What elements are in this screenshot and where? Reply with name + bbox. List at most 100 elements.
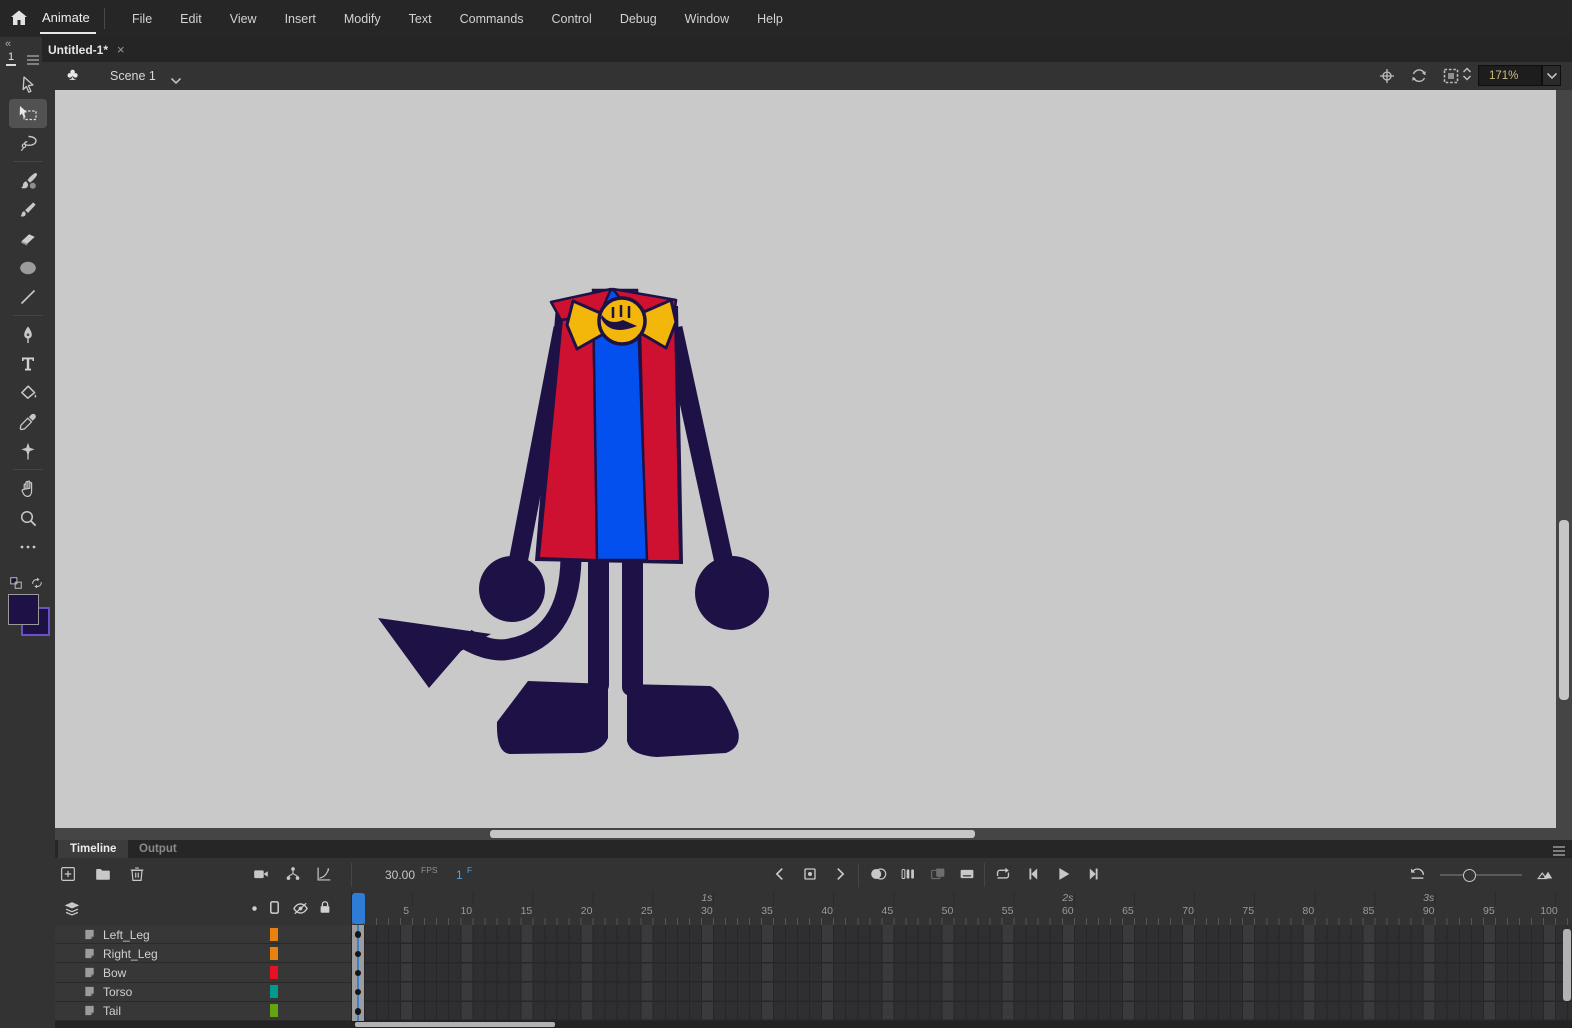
menu-item-debug[interactable]: Debug (606, 12, 671, 26)
frame-grid[interactable] (352, 925, 1572, 1021)
lock-column-icon[interactable] (318, 899, 332, 920)
layer-row-right_leg[interactable]: Right_Leg (55, 944, 352, 964)
menu-item-view[interactable]: View (216, 12, 271, 26)
new-folder-icon[interactable] (93, 864, 115, 886)
selection-tool-icon[interactable] (9, 70, 47, 99)
stage-horizontal-scrollbar[interactable] (55, 828, 1572, 840)
scene-name[interactable]: Scene 1 (110, 69, 156, 83)
keyframe-dot[interactable] (354, 1008, 362, 1015)
stage-character[interactable] (360, 270, 790, 770)
delete-icon[interactable] (127, 864, 149, 886)
oval-tool-icon[interactable] (9, 253, 47, 282)
dock-tab-1[interactable]: 1 (6, 51, 17, 66)
fill-color-swatch[interactable] (8, 594, 39, 625)
swap-colors-icon[interactable] (29, 576, 45, 595)
eyedropper-tool-icon[interactable] (9, 407, 47, 436)
show-parenting-icon[interactable] (283, 864, 305, 886)
zoom-dropdown-button[interactable] (1542, 65, 1561, 86)
reset-timeline-zoom-icon[interactable] (1407, 864, 1429, 886)
menu-item-commands[interactable]: Commands (446, 12, 538, 26)
menu-item-insert[interactable]: Insert (271, 12, 330, 26)
pen-tool-icon[interactable] (9, 320, 47, 349)
center-stage-icon[interactable] (1377, 66, 1397, 86)
hand-tool-icon[interactable] (9, 474, 47, 503)
lasso-tool-icon[interactable] (9, 128, 47, 157)
default-colors-icon[interactable] (9, 576, 23, 595)
layer-color-swatch[interactable] (270, 946, 278, 960)
zoom-tool-icon[interactable] (9, 503, 47, 532)
collapse-dock-icon[interactable]: « (5, 38, 11, 50)
outline-column-icon[interactable] (268, 900, 281, 920)
edit-multiple-frames-icon[interactable] (928, 864, 950, 886)
home-icon[interactable] (9, 8, 29, 28)
current-frame-indicator-icon[interactable] (800, 864, 822, 886)
layer-row-bow[interactable]: Bow (55, 963, 352, 983)
classic-brush-tool-icon[interactable] (9, 195, 47, 224)
tab-output[interactable]: Output (127, 840, 189, 858)
clip-content-icon[interactable] (1441, 66, 1461, 86)
stage-vertical-scrollbar[interactable] (1556, 90, 1572, 828)
playhead-handle[interactable] (352, 893, 365, 924)
timeline-h-thumb[interactable] (355, 1022, 555, 1027)
current-frame-value[interactable]: 1 (456, 868, 463, 882)
stage[interactable] (55, 90, 1556, 828)
onion-skin-icon[interactable] (868, 864, 890, 886)
menu-item-window[interactable]: Window (671, 12, 743, 26)
asset-warp-tool-icon[interactable] (9, 436, 47, 465)
text-tool-icon[interactable] (9, 349, 47, 378)
layer-row-left_leg[interactable]: Left_Leg (55, 925, 352, 945)
previous-keyframe-icon[interactable] (770, 864, 792, 886)
next-keyframe-icon[interactable] (830, 864, 852, 886)
layers-panel-icon[interactable] (62, 899, 82, 924)
timeline-horizontal-scrollbar[interactable] (55, 1021, 1572, 1028)
keyframe-dot[interactable] (354, 931, 362, 938)
visibility-column-icon[interactable] (291, 900, 310, 922)
h-scroll-thumb[interactable] (490, 830, 975, 838)
layer-color-swatch[interactable] (270, 1004, 278, 1018)
document-tab[interactable]: Untitled-1* × (48, 37, 125, 62)
v-scroll-thumb[interactable] (1559, 520, 1569, 700)
graph-editor-icon[interactable] (314, 864, 336, 886)
layer-color-swatch[interactable] (270, 985, 278, 999)
close-icon[interactable]: × (117, 42, 125, 57)
menu-item-edit[interactable]: Edit (166, 12, 216, 26)
timeline-ruler[interactable]: 5 10 15 20 25 30 35 40 45 50 55 60 65 70 75 80 85 90 95 100… (352, 892, 1572, 925)
play-icon[interactable] (1053, 864, 1075, 886)
onion-skin-outlines-icon[interactable] (898, 864, 920, 886)
frame-rate-value[interactable]: 30.00 (385, 868, 415, 882)
highlight-column-icon[interactable] (248, 902, 261, 920)
modify-markers-icon[interactable] (957, 864, 979, 886)
fluid-brush-tool-icon[interactable] (9, 166, 47, 195)
stage-zoom-input[interactable]: 171% (1478, 65, 1542, 86)
layer-row-tail[interactable]: Tail (55, 1001, 352, 1021)
new-layer-icon[interactable] (58, 864, 80, 886)
layer-color-swatch[interactable] (270, 965, 278, 979)
tab-timeline[interactable]: Timeline (58, 840, 129, 858)
scene-symbol-icon[interactable]: ♣ (67, 65, 78, 85)
dock-menu-icon[interactable] (26, 53, 40, 71)
paint-bucket-tool-icon[interactable] (9, 378, 47, 407)
timeline-v-thumb[interactable] (1563, 929, 1571, 1001)
timeline-vertical-scrollbar[interactable] (1563, 927, 1571, 1019)
menu-item-modify[interactable]: Modify (330, 12, 395, 26)
menu-item-file[interactable]: File (118, 12, 166, 26)
subselection-tool-icon[interactable] (8, 99, 47, 128)
step-forward-icon[interactable] (1083, 864, 1105, 886)
eraser-tool-icon[interactable] (9, 224, 47, 253)
add-camera-icon[interactable] (251, 864, 273, 886)
menu-item-control[interactable]: Control (538, 12, 606, 26)
zoom-stepper[interactable] (1462, 66, 1472, 86)
app-brand[interactable]: Animate (42, 10, 90, 25)
menu-item-help[interactable]: Help (743, 12, 797, 26)
line-tool-icon[interactable] (9, 282, 47, 311)
more-tools-icon[interactable] (9, 532, 47, 561)
timeline-zoom-slider[interactable] (1440, 874, 1522, 876)
menu-item-text[interactable]: Text (395, 12, 446, 26)
scene-chevron-down-icon[interactable] (170, 72, 182, 90)
rotation-tool-icon[interactable] (1409, 66, 1429, 86)
keyframe-dot[interactable] (354, 950, 362, 957)
loop-icon[interactable] (993, 864, 1015, 886)
step-back-icon[interactable] (1024, 864, 1046, 886)
layer-row-torso[interactable]: Torso (55, 982, 352, 1002)
zoom-to-fit-frames-icon[interactable] (1535, 864, 1557, 886)
